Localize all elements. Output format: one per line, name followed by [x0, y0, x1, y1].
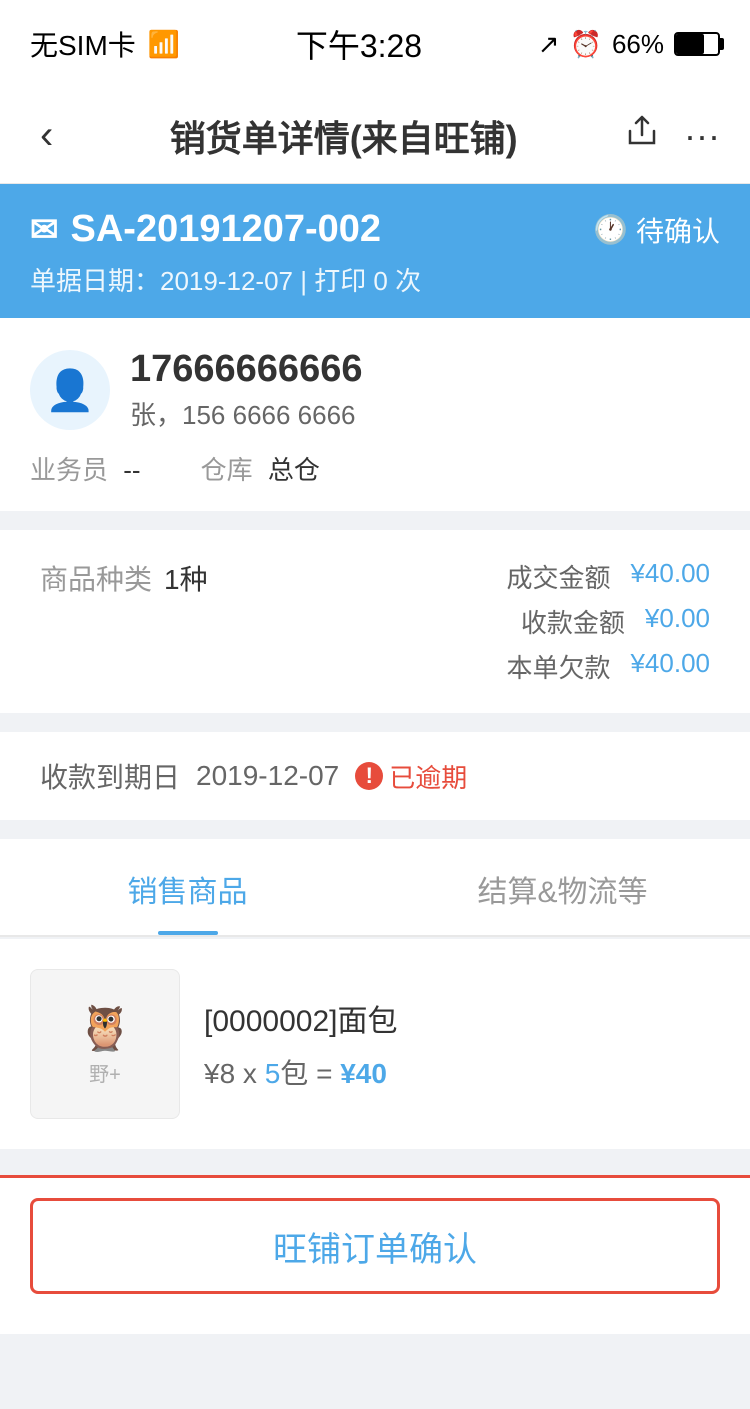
wifi-icon: 📶 [148, 29, 180, 60]
tab-settlement[interactable]: 结算&物流等 [375, 839, 750, 935]
salesperson-field: 业务员 -- [30, 450, 141, 487]
type-value: 1种 [164, 558, 208, 598]
alarm-icon: ⏰ [570, 29, 602, 60]
back-button[interactable]: ‹ [30, 103, 63, 168]
product-total: ¥40 [340, 1058, 387, 1089]
status-clock-icon: 🕐 [593, 213, 628, 246]
due-date-value: 2019-12-07 [196, 760, 339, 792]
customer-meta: 业务员 -- 仓库 总仓 [30, 450, 720, 487]
salesperson-label: 业务员 [30, 455, 108, 485]
customer-row: 👤 17666666666 张，156 6666 6666 [30, 348, 720, 432]
customer-name: 张，156 6666 6666 [130, 395, 720, 432]
status-left: 无SIM卡 📶 [30, 24, 180, 64]
received-label: 收款金额 [521, 603, 625, 640]
tabs-row: 销售商品 结算&物流等 [0, 839, 750, 935]
location-icon: ↗ [538, 29, 560, 60]
order-id-row: ✉ SA-20191207-002 🕐 待确认 [30, 208, 720, 251]
salesperson-value: -- [123, 455, 140, 485]
received-amount: ¥0.00 [645, 603, 710, 640]
due-section: 收款到期日 2019-12-07 ! 已逾期 [0, 732, 750, 821]
order-icon: ✉ [30, 210, 59, 250]
order-id: ✉ SA-20191207-002 [30, 208, 381, 251]
product-thumbnail: 🦉 野+ [30, 969, 180, 1119]
customer-phone: 17666666666 [130, 348, 720, 391]
share-button[interactable] [624, 113, 660, 158]
overdue-icon: ! [355, 762, 383, 790]
customer-section: 👤 17666666666 张，156 6666 6666 业务员 -- 仓库 … [0, 318, 750, 512]
debt-label: 本单欠款 [506, 648, 610, 685]
battery-percent: 66% [612, 29, 664, 60]
page-title: 销货单详情(来自旺铺) [170, 110, 518, 162]
avatar-icon: 👤 [45, 367, 95, 414]
warehouse-value: 总仓 [268, 455, 320, 485]
product-qty: 5 [265, 1058, 281, 1089]
overdue-badge: ! 已逾期 [355, 758, 467, 795]
order-date: 单据日期：2019-12-07 | 打印 0 次 [30, 261, 720, 298]
debt-amount: ¥40.00 [630, 648, 710, 685]
order-status: 🕐 待确认 [593, 210, 720, 250]
summary-right: 成交金额 ¥40.00 收款金额 ¥0.00 本单欠款 ¥40.00 [506, 558, 710, 685]
summary-left: 商品种类 1种 [40, 558, 208, 598]
brand-label: 野+ [89, 1058, 121, 1087]
product-unit: 包 [280, 1058, 308, 1089]
tabs-section: 销售商品 结算&物流等 [0, 839, 750, 937]
warehouse-field: 仓库 总仓 [201, 450, 320, 487]
due-label: 收款到期日 [40, 756, 180, 796]
overdue-text: 已逾期 [389, 758, 467, 795]
status-bar: 无SIM卡 📶 下午3:28 ↗ ⏰ 66% [0, 0, 750, 88]
bottom-bar: 旺铺订单确认 [0, 1175, 750, 1334]
battery-fill [676, 34, 704, 54]
product-details: [0000002]面包 ¥8 x 5包 = ¥40 [204, 996, 720, 1092]
status-time: 下午3:28 [296, 21, 422, 67]
status-right: ↗ ⏰ 66% [538, 29, 720, 60]
deal-label: 成交金额 [506, 558, 610, 595]
product-section: 🦉 野+ [0000002]面包 ¥8 x 5包 = ¥40 [0, 939, 750, 1149]
received-row: 收款金额 ¥0.00 [521, 603, 710, 640]
debt-row: 本单欠款 ¥40.00 [506, 648, 710, 685]
product-thumb-inner: 🦉 野+ [78, 1002, 133, 1087]
nav-actions: ··· [624, 113, 720, 158]
more-button[interactable]: ··· [684, 115, 720, 157]
product-owl-icon: 🦉 [78, 1002, 133, 1054]
deal-amount: ¥40.00 [630, 558, 710, 595]
deal-row: 成交金额 ¥40.00 [506, 558, 710, 595]
product-price-row: ¥8 x 5包 = ¥40 [204, 1052, 720, 1092]
battery-icon [674, 32, 720, 56]
product-item: 🦉 野+ [0000002]面包 ¥8 x 5包 = ¥40 [0, 939, 750, 1149]
carrier-text: 无SIM卡 [30, 24, 136, 64]
order-header: ✉ SA-20191207-002 🕐 待确认 单据日期：2019-12-07 … [0, 184, 750, 318]
product-name: [0000002]面包 [204, 996, 720, 1040]
type-label: 商品种类 [40, 558, 152, 598]
nav-bar: ‹ 销货单详情(来自旺铺) ··· [0, 88, 750, 184]
avatar: 👤 [30, 350, 110, 430]
warehouse-label: 仓库 [201, 455, 253, 485]
confirm-order-button[interactable]: 旺铺订单确认 [30, 1198, 720, 1294]
summary-section: 商品种类 1种 成交金额 ¥40.00 收款金额 ¥0.00 本单欠款 ¥40.… [0, 530, 750, 714]
tab-sales-product[interactable]: 销售商品 [0, 839, 375, 935]
customer-info: 17666666666 张，156 6666 6666 [130, 348, 720, 432]
price-text: ¥8 x [204, 1058, 265, 1089]
